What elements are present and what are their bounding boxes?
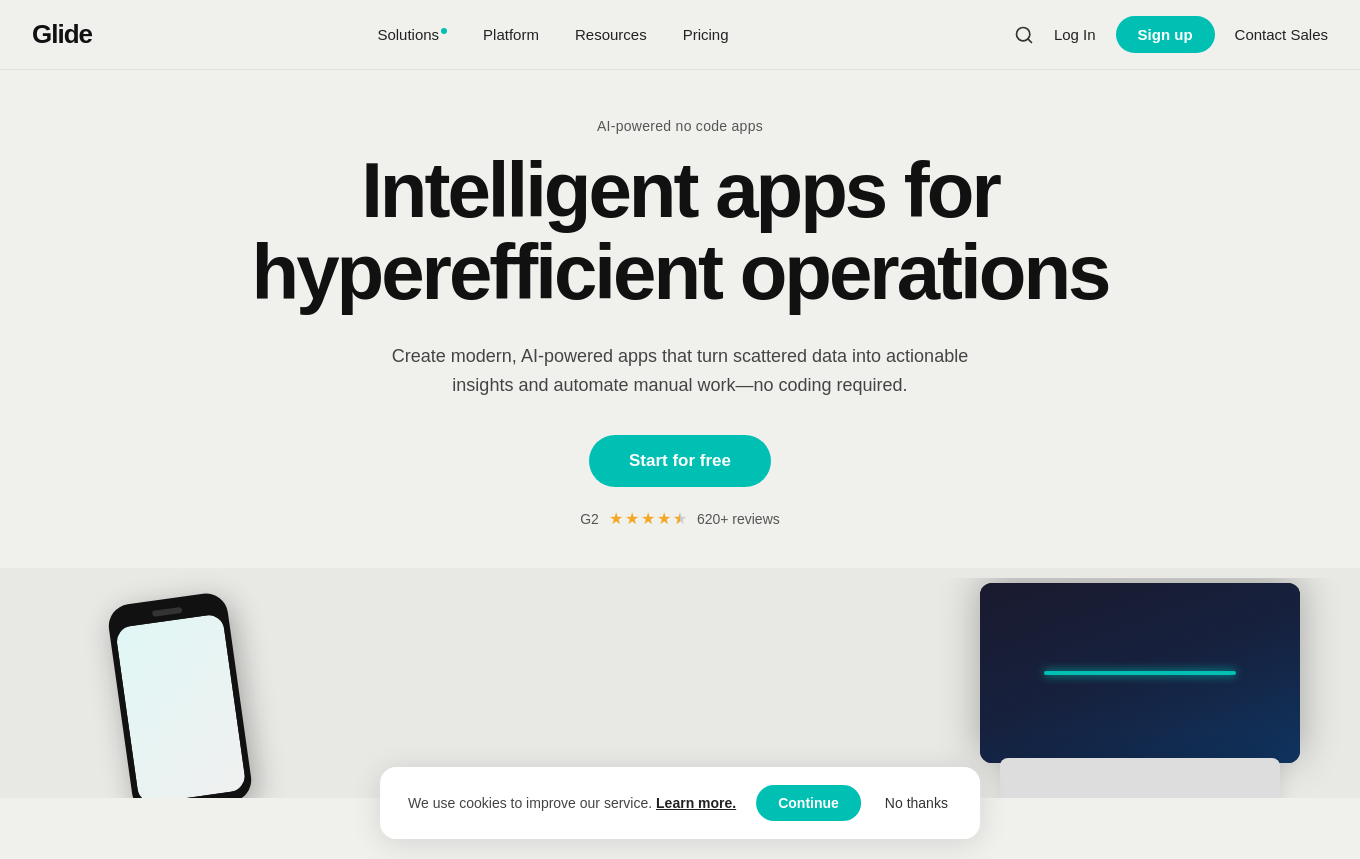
start-free-button[interactable]: Start for free	[589, 435, 771, 487]
hero-section: AI-powered no code apps Intelligent apps…	[0, 0, 1360, 568]
cookie-message: We use cookies to improve our service. L…	[408, 795, 736, 811]
cookie-banner: We use cookies to improve our service. L…	[380, 767, 980, 839]
nav-actions: Log In Sign up Contact Sales	[1014, 16, 1328, 53]
reviews-source: G2	[580, 511, 599, 527]
nav-pricing[interactable]: Pricing	[683, 26, 729, 43]
search-icon	[1014, 25, 1034, 45]
reviews-count: 620+ reviews	[697, 511, 780, 527]
phone-screen	[115, 614, 247, 799]
no-thanks-button[interactable]: No thanks	[881, 785, 952, 821]
lower-section	[0, 568, 1360, 798]
device-base	[1000, 758, 1280, 798]
learn-more-link[interactable]: Learn more.	[656, 795, 736, 811]
hero-title: Intelligent apps for hyperefficient oper…	[252, 150, 1109, 314]
hero-subtitle: Create modern, AI-powered apps that turn…	[380, 342, 980, 400]
nav-platform[interactable]: Platform	[483, 26, 539, 43]
navbar: Glide Solutions Platform Resources Prici…	[0, 0, 1360, 70]
hero-tag: AI-powered no code apps	[597, 118, 763, 134]
nav-resources[interactable]: Resources	[575, 26, 647, 43]
login-button[interactable]: Log In	[1054, 26, 1096, 43]
signup-button[interactable]: Sign up	[1116, 16, 1215, 53]
continue-button[interactable]: Continue	[756, 785, 861, 821]
reviews-bar: G2 ★ ★ ★ ★ ★ 620+ reviews	[580, 509, 780, 528]
device-mockup-area	[660, 578, 1360, 798]
logo: Glide	[32, 19, 92, 50]
star-rating: ★ ★ ★ ★ ★	[609, 509, 687, 528]
svg-line-1	[1028, 38, 1032, 42]
phone-mockup	[106, 591, 254, 798]
search-button[interactable]	[1014, 25, 1034, 45]
device-screen	[980, 583, 1300, 763]
solutions-dot	[441, 28, 447, 34]
contact-sales-button[interactable]: Contact Sales	[1235, 26, 1328, 43]
nav-solutions[interactable]: Solutions	[377, 26, 447, 43]
